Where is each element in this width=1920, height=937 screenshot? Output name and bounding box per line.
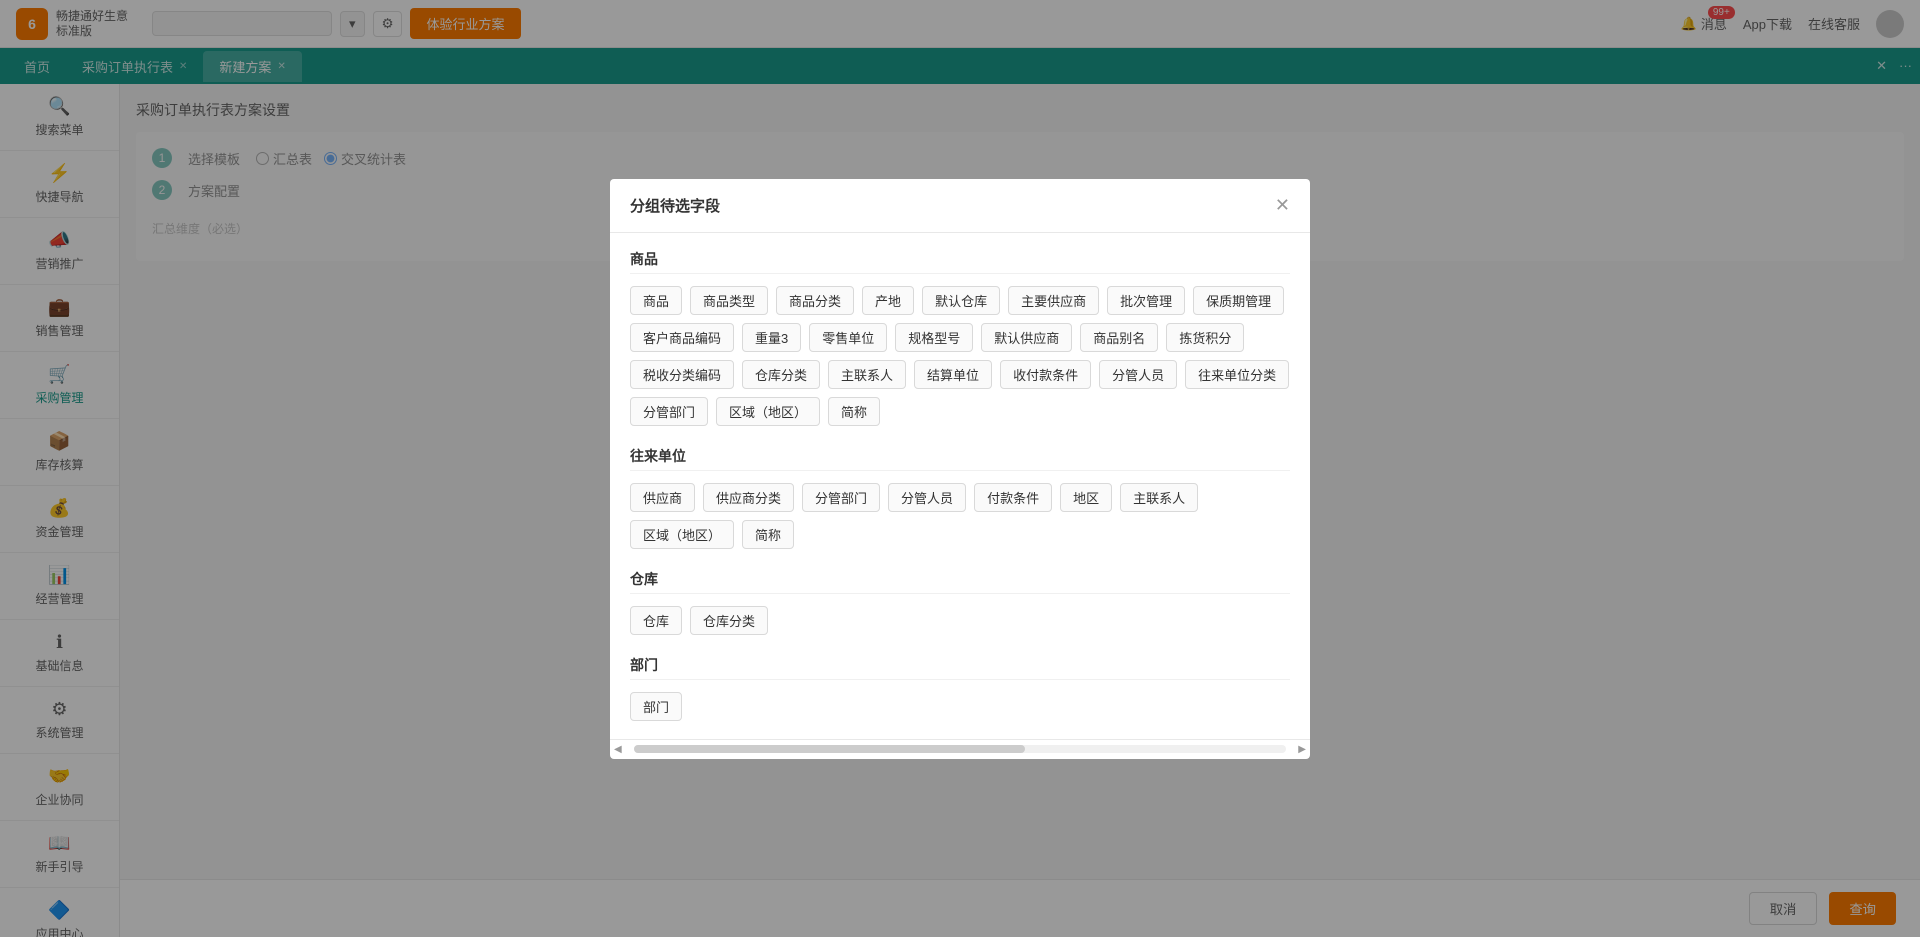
field-tag[interactable]: 分管人员: [1099, 360, 1177, 389]
field-tag[interactable]: 收付款条件: [1000, 360, 1091, 389]
section-dept-title: 部门: [630, 655, 1290, 680]
field-tag[interactable]: 地区: [1060, 483, 1112, 512]
scroll-thumb-horizontal[interactable]: [634, 745, 1026, 753]
field-tag[interactable]: 重量3: [742, 323, 801, 352]
field-tag[interactable]: 区域（地区）: [716, 397, 820, 426]
field-tag[interactable]: 分管人员: [888, 483, 966, 512]
field-tag[interactable]: 商品类型: [690, 286, 768, 315]
section-dept: 部门 部门: [630, 655, 1290, 721]
modal-body[interactable]: 商品 商品 商品类型 商品分类 产地 默认仓库 主要供应商 批次管理 保质期管理…: [610, 233, 1310, 739]
field-tag[interactable]: 商品: [630, 286, 682, 315]
modal-dialog: 分组待选字段 ✕ 商品 商品 商品类型 商品分类 产地 默认仓库 主要供应商 批…: [610, 179, 1310, 759]
section-warehouse: 仓库 仓库 仓库分类: [630, 569, 1290, 635]
section-partner-fields: 供应商 供应商分类 分管部门 分管人员 付款条件 地区 主联系人 区域（地区） …: [630, 483, 1290, 549]
modal-close-button[interactable]: ✕: [1275, 195, 1290, 216]
field-tag[interactable]: 供应商: [630, 483, 695, 512]
modal-header: 分组待选字段 ✕: [610, 179, 1310, 233]
field-tag[interactable]: 简称: [828, 397, 880, 426]
field-tag[interactable]: 默认仓库: [922, 286, 1000, 315]
bottom-scrollbar[interactable]: ◀ ▶: [610, 739, 1310, 759]
field-tag[interactable]: 主联系人: [828, 360, 906, 389]
field-tag[interactable]: 商品别名: [1080, 323, 1158, 352]
scroll-left-arrow[interactable]: ◀: [610, 744, 626, 755]
field-tag[interactable]: 保质期管理: [1193, 286, 1284, 315]
field-tag[interactable]: 税收分类编码: [630, 360, 734, 389]
field-tag[interactable]: 默认供应商: [981, 323, 1072, 352]
scroll-right-arrow[interactable]: ▶: [1294, 744, 1310, 755]
section-partner-title: 往来单位: [630, 446, 1290, 471]
field-tag[interactable]: 分管部门: [802, 483, 880, 512]
section-goods-fields: 商品 商品类型 商品分类 产地 默认仓库 主要供应商 批次管理 保质期管理 客户…: [630, 286, 1290, 426]
section-warehouse-fields: 仓库 仓库分类: [630, 606, 1290, 635]
field-tag[interactable]: 供应商分类: [703, 483, 794, 512]
field-tag[interactable]: 商品分类: [776, 286, 854, 315]
field-tag[interactable]: 主要供应商: [1008, 286, 1099, 315]
section-warehouse-title: 仓库: [630, 569, 1290, 594]
field-tag[interactable]: 客户商品编码: [630, 323, 734, 352]
field-tag[interactable]: 拣货积分: [1166, 323, 1244, 352]
field-tag[interactable]: 结算单位: [914, 360, 992, 389]
field-tag[interactable]: 仓库: [630, 606, 682, 635]
field-tag[interactable]: 仓库分类: [690, 606, 768, 635]
section-goods-title: 商品: [630, 249, 1290, 274]
field-tag[interactable]: 仓库分类: [742, 360, 820, 389]
field-tag[interactable]: 付款条件: [974, 483, 1052, 512]
field-tag[interactable]: 区域（地区）: [630, 520, 734, 549]
scroll-track-horizontal[interactable]: [634, 745, 1287, 753]
section-partner: 往来单位 供应商 供应商分类 分管部门 分管人员 付款条件 地区 主联系人 区域…: [630, 446, 1290, 549]
field-tag[interactable]: 主联系人: [1120, 483, 1198, 512]
field-tag[interactable]: 批次管理: [1107, 286, 1185, 315]
field-tag[interactable]: 往来单位分类: [1185, 360, 1289, 389]
section-goods: 商品 商品 商品类型 商品分类 产地 默认仓库 主要供应商 批次管理 保质期管理…: [630, 249, 1290, 426]
modal-title: 分组待选字段: [630, 195, 720, 216]
field-tag[interactable]: 规格型号: [895, 323, 973, 352]
field-tag[interactable]: 简称: [742, 520, 794, 549]
field-tag[interactable]: 分管部门: [630, 397, 708, 426]
modal-overlay: 分组待选字段 ✕ 商品 商品 商品类型 商品分类 产地 默认仓库 主要供应商 批…: [0, 0, 1920, 937]
field-tag[interactable]: 部门: [630, 692, 682, 721]
field-tag[interactable]: 零售单位: [809, 323, 887, 352]
section-dept-fields: 部门: [630, 692, 1290, 721]
field-tag[interactable]: 产地: [862, 286, 914, 315]
